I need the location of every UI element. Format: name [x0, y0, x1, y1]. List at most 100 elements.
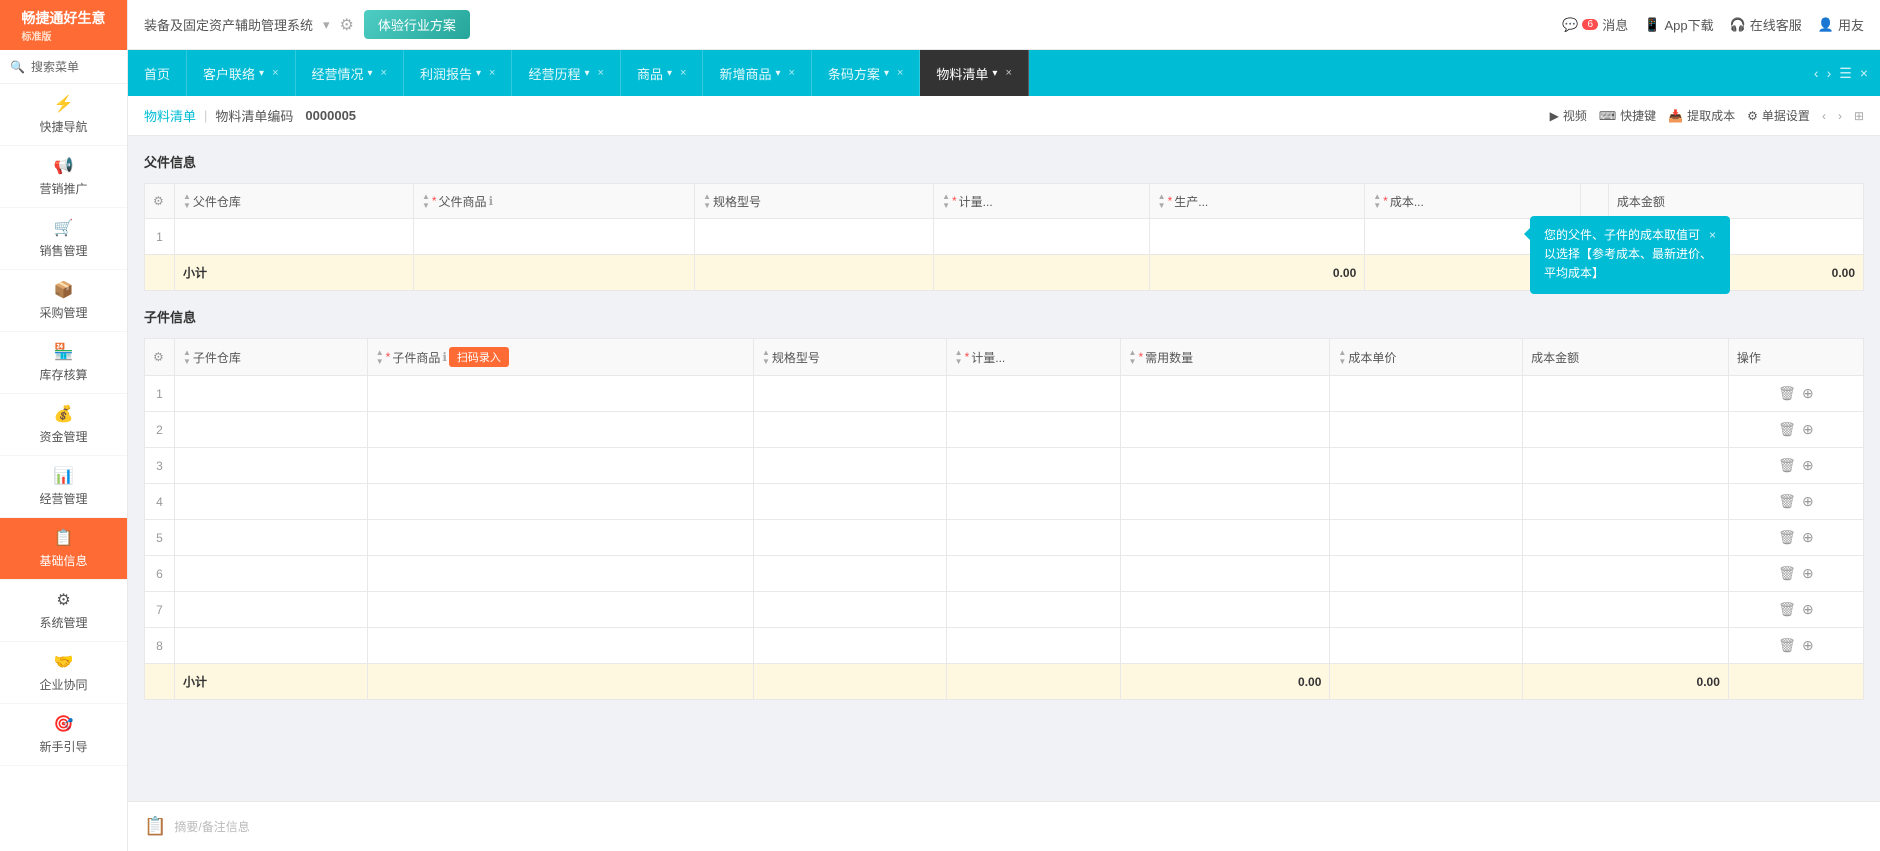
- delete-icon[interactable]: 🗑: [1778, 637, 1796, 654]
- copy-icon[interactable]: ⊕: [1802, 637, 1814, 654]
- child-goods-cell[interactable]: [367, 628, 753, 664]
- child-unit-cost-cell[interactable]: [1330, 376, 1523, 412]
- sidebar-item-enterprise[interactable]: 🤝 企业协同: [0, 642, 127, 704]
- child-spec-cell[interactable]: [753, 628, 946, 664]
- sidebar-item-quick-nav[interactable]: ⚡ 快捷导航: [0, 84, 127, 146]
- delete-icon[interactable]: 🗑: [1778, 421, 1796, 438]
- shortcut-button[interactable]: ⌨ 快捷键: [1599, 107, 1656, 124]
- sidebar-item-finance[interactable]: 💰 资金管理: [0, 394, 127, 456]
- extract-cost-button[interactable]: 📥 提取成本: [1668, 107, 1735, 124]
- trial-button[interactable]: 体验行业方案: [364, 10, 470, 39]
- tab-new-goods[interactable]: 新增商品 ▾ ×: [703, 50, 811, 96]
- nav-prev-button[interactable]: ‹: [1822, 109, 1826, 123]
- child-warehouse-cell[interactable]: [175, 520, 368, 556]
- child-unit-cost-cell[interactable]: [1330, 448, 1523, 484]
- child-goods-cell[interactable]: [367, 592, 753, 628]
- child-qty-cell[interactable]: [1120, 592, 1330, 628]
- tab-operations[interactable]: 经营情况 ▾ ×: [296, 50, 404, 96]
- child-uom-cell[interactable]: [946, 484, 1120, 520]
- child-unit-cost-cell[interactable]: [1330, 412, 1523, 448]
- child-goods-cell[interactable]: [367, 520, 753, 556]
- message-button[interactable]: 💬 6 消息: [1562, 15, 1628, 34]
- online-service-button[interactable]: 🎧 在线客服: [1730, 15, 1802, 34]
- tab-prev-button[interactable]: ‹: [1810, 65, 1823, 81]
- scan-button[interactable]: 扫码录入: [449, 347, 509, 367]
- gear-button[interactable]: ⚙: [340, 15, 354, 35]
- tab-menu-button[interactable]: ☰: [1835, 65, 1856, 82]
- tab-next-button[interactable]: ›: [1823, 65, 1836, 81]
- sidebar-item-search[interactable]: 🔍 搜索菜单: [0, 50, 127, 84]
- sidebar-item-marketing[interactable]: 📢 营销推广: [0, 146, 127, 208]
- child-uom-cell[interactable]: [946, 556, 1120, 592]
- tab-close-all-button[interactable]: ×: [1856, 65, 1872, 81]
- tab-bom[interactable]: 物料清单 ▾ ×: [920, 50, 1028, 96]
- grid-view-button[interactable]: ⊞: [1854, 109, 1864, 123]
- tab-customer[interactable]: 客户联络 ▾ ×: [187, 50, 295, 96]
- doc-settings-button[interactable]: ⚙ 单据设置: [1747, 107, 1810, 124]
- copy-icon[interactable]: ⊕: [1802, 529, 1814, 546]
- child-unit-cost-cell[interactable]: [1330, 556, 1523, 592]
- child-warehouse-cell[interactable]: [175, 556, 368, 592]
- copy-icon[interactable]: ⊕: [1802, 385, 1814, 402]
- delete-icon[interactable]: 🗑: [1778, 493, 1796, 510]
- child-spec-cell[interactable]: [753, 592, 946, 628]
- child-uom-cell[interactable]: [946, 448, 1120, 484]
- sidebar-item-guide[interactable]: 🎯 新手引导: [0, 704, 127, 766]
- tab-barcode[interactable]: 条码方案 ▾ ×: [812, 50, 920, 96]
- delete-icon[interactable]: 🗑: [1778, 385, 1796, 402]
- child-unit-cost-cell[interactable]: [1330, 628, 1523, 664]
- sidebar-item-inventory[interactable]: 🏪 库存核算: [0, 332, 127, 394]
- child-unit-cost-cell[interactable]: [1330, 520, 1523, 556]
- parent-table-settings-icon[interactable]: ⚙: [153, 194, 164, 208]
- child-qty-cell[interactable]: [1120, 412, 1330, 448]
- child-uom-cell[interactable]: [946, 592, 1120, 628]
- child-spec-cell[interactable]: [753, 412, 946, 448]
- child-uom-cell[interactable]: [946, 628, 1120, 664]
- child-qty-cell[interactable]: [1120, 628, 1330, 664]
- child-qty-cell[interactable]: [1120, 376, 1330, 412]
- child-unit-cost-cell[interactable]: [1330, 592, 1523, 628]
- tab-close[interactable]: ×: [381, 67, 387, 79]
- tab-history[interactable]: 经营历程 ▾ ×: [512, 50, 620, 96]
- child-uom-cell[interactable]: [946, 520, 1120, 556]
- child-warehouse-cell[interactable]: [175, 376, 368, 412]
- child-goods-cell[interactable]: [367, 448, 753, 484]
- child-spec-cell[interactable]: [753, 556, 946, 592]
- child-spec-cell[interactable]: [753, 448, 946, 484]
- parent-warehouse-cell[interactable]: [175, 219, 414, 255]
- child-warehouse-cell[interactable]: [175, 628, 368, 664]
- child-spec-cell[interactable]: [753, 484, 946, 520]
- child-goods-cell[interactable]: [367, 556, 753, 592]
- nav-next-button[interactable]: ›: [1838, 109, 1842, 123]
- delete-icon[interactable]: 🗑: [1778, 601, 1796, 618]
- parent-goods-cell[interactable]: [413, 219, 694, 255]
- user-menu[interactable]: 👤 用友: [1818, 15, 1864, 34]
- child-goods-cell[interactable]: [367, 376, 753, 412]
- sidebar-item-sales[interactable]: 🛒 销售管理: [0, 208, 127, 270]
- copy-icon[interactable]: ⊕: [1802, 421, 1814, 438]
- delete-icon[interactable]: 🗑: [1778, 457, 1796, 474]
- tab-profit[interactable]: 利润报告 ▾ ×: [404, 50, 512, 96]
- tab-close[interactable]: ×: [598, 67, 604, 79]
- sidebar-item-purchase[interactable]: 📦 采购管理: [0, 270, 127, 332]
- child-warehouse-cell[interactable]: [175, 412, 368, 448]
- child-qty-cell[interactable]: [1120, 556, 1330, 592]
- sidebar-item-basic-info[interactable]: 📋 基础信息: [0, 518, 127, 580]
- tab-close[interactable]: ×: [489, 67, 495, 79]
- tab-close[interactable]: ×: [680, 67, 686, 79]
- child-spec-cell[interactable]: [753, 520, 946, 556]
- child-goods-cell[interactable]: [367, 484, 753, 520]
- tab-close[interactable]: ×: [788, 67, 794, 79]
- copy-icon[interactable]: ⊕: [1802, 457, 1814, 474]
- tab-home[interactable]: 首页: [128, 50, 187, 96]
- tab-close[interactable]: ×: [1005, 67, 1011, 79]
- video-button[interactable]: ▶ 视频: [1550, 107, 1587, 124]
- sidebar-item-system[interactable]: ⚙ 系统管理: [0, 580, 127, 642]
- child-warehouse-cell[interactable]: [175, 448, 368, 484]
- child-spec-cell[interactable]: [753, 376, 946, 412]
- parent-production-cell[interactable]: [1149, 219, 1365, 255]
- child-qty-cell[interactable]: [1120, 520, 1330, 556]
- tab-close[interactable]: ×: [272, 67, 278, 79]
- tab-close[interactable]: ×: [897, 67, 903, 79]
- child-goods-cell[interactable]: [367, 412, 753, 448]
